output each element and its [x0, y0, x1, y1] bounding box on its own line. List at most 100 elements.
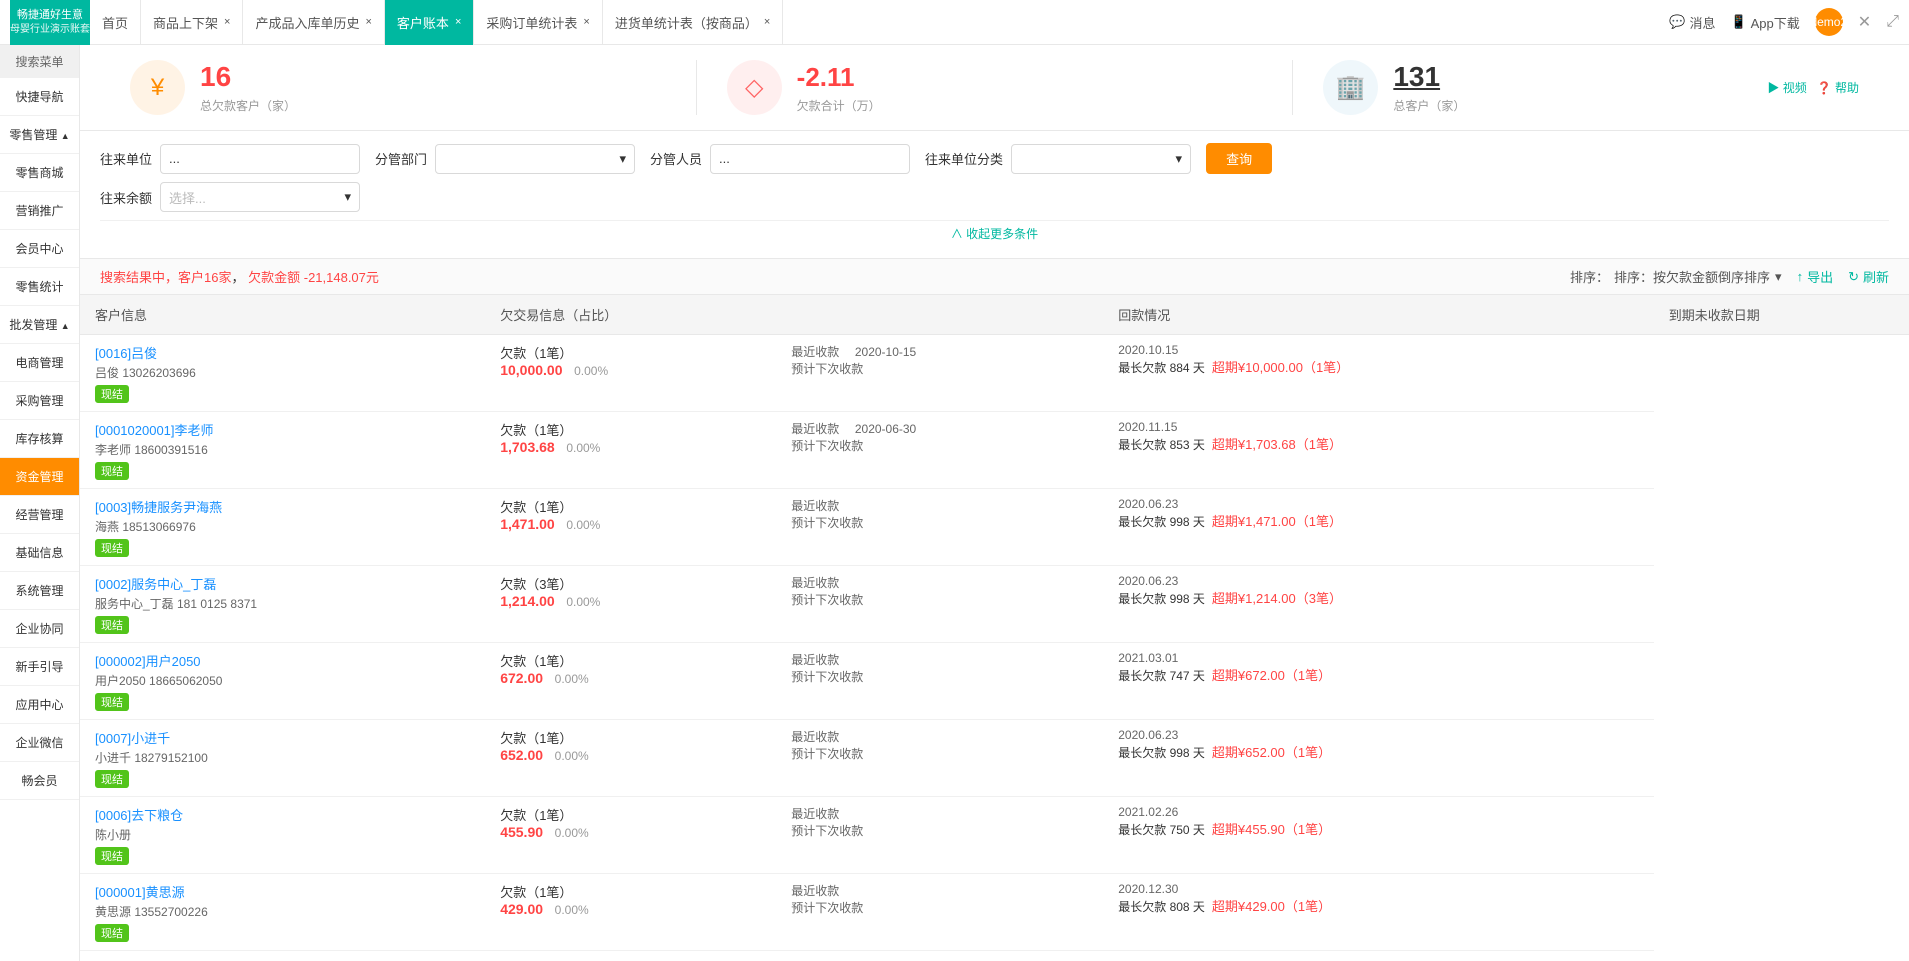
overdue-amount-4[interactable]: 超期¥672.00（1笔） [1212, 668, 1331, 683]
customer-name-4[interactable]: [000002]用户2050 [95, 651, 470, 670]
cell-recovery-2: 最近收款 预计下次收款 [776, 489, 1103, 566]
video-link[interactable]: ▶ 视频 [1767, 79, 1806, 96]
due-date-6: 2021.02.26 [1118, 805, 1638, 819]
due-date-5: 2020.06.23 [1118, 728, 1638, 742]
fullscreen-icon[interactable]: ⤢ [1886, 13, 1899, 31]
sidebar-item-marketing[interactable]: 营销推广 [0, 192, 79, 230]
customer-contact-6: 陈小册 [95, 826, 470, 843]
overdue-amount-2[interactable]: 超期¥1,471.00（1笔） [1212, 514, 1342, 529]
main-layout: 搜索菜单 快捷导航 零售管理 ▲零售商城营销推广会员中心零售统计批发管理 ▲ 电商… [0, 45, 1909, 961]
overdue-days-7: 最长欠款 808 天 [1118, 900, 1208, 914]
table-body: [0016]吕俊 吕俊 13026203696 现结 欠款（1笔） 10,000… [80, 335, 1909, 951]
sidebar-label-members: 会员中心 [15, 242, 63, 256]
tab-home[interactable]: 首页 [90, 0, 141, 45]
tab-close-incoming_stats[interactable]: × [764, 16, 770, 28]
customer-name-0[interactable]: [0016]吕俊 [95, 343, 470, 362]
table-area: 客户信息 欠交易信息（占比） 回款情况 到期未收款日期 [0016]吕俊 吕俊 … [80, 295, 1909, 961]
overdue-days-4: 最长欠款 747 天 [1118, 669, 1208, 683]
tab-products_off[interactable]: 商品上下架× [141, 0, 243, 45]
customer-name-2[interactable]: [0003]畅捷服务尹海燕 [95, 497, 470, 516]
filter-input-person[interactable]: ... [710, 144, 910, 174]
tab-customer_account[interactable]: 客户账本× [385, 0, 474, 45]
message-button[interactable]: 💬 消息 [1669, 13, 1715, 32]
sidebar-item-app_center[interactable]: 应用中心 [0, 686, 79, 724]
overdue-amount-3[interactable]: 超期¥1,214.00（3笔） [1212, 591, 1342, 606]
sidebar-search[interactable]: 搜索菜单 [0, 45, 79, 78]
sidebar-item-operations[interactable]: 经营管理 [0, 496, 79, 534]
sidebar-item-members[interactable]: 会员中心 [0, 230, 79, 268]
sidebar-item-vip[interactable]: 畅会员 [0, 762, 79, 800]
table-row: [000001]黄思源 黄思源 13552700226 现结 欠款（1笔） 42… [80, 874, 1909, 951]
filter-select-category[interactable]: ▾ [1011, 144, 1191, 174]
overdue-amount-1[interactable]: 超期¥1,703.68（1笔） [1212, 437, 1342, 452]
cell-customer-info-4: [000002]用户2050 用户2050 18665062050 现结 [80, 643, 485, 720]
sidebar-label-purchase: 采购管理 [15, 394, 63, 408]
tab-label-home: 首页 [102, 13, 128, 32]
th-due-date: 到期未收款日期 [1654, 295, 1909, 335]
close-window-icon[interactable]: ✕ [1858, 12, 1871, 32]
overdue-amount-6[interactable]: 超期¥455.90（1笔） [1212, 822, 1331, 837]
sidebar-item-purchase[interactable]: 采购管理 [0, 382, 79, 420]
filter-input-person-dots: ... [719, 151, 730, 166]
sidebar-item-newbie[interactable]: 新手引导 [0, 648, 79, 686]
sidebar-item-retail[interactable]: 零售管理 ▲ [0, 116, 79, 154]
sidebar-item-retail_stats[interactable]: 零售统计 [0, 268, 79, 306]
tab-close-customer_account[interactable]: × [455, 16, 461, 28]
customer-name-1[interactable]: [0001020001]李老师 [95, 420, 470, 439]
help-link[interactable]: ❓ 帮助 [1817, 79, 1859, 96]
overdue-amount-5[interactable]: 超期¥652.00（1笔） [1212, 745, 1331, 760]
tag-xianjin-6: 现结 [95, 847, 129, 865]
customer-name-3[interactable]: [0002]服务中心_丁磊 [95, 574, 470, 593]
user-profile[interactable]: demo2 [1815, 8, 1843, 36]
export-button[interactable]: ↑ 导出 [1797, 267, 1834, 286]
customer-name-7[interactable]: [000001]黄思源 [95, 882, 470, 901]
filter-select-balance[interactable]: 选择... ▾ [160, 182, 360, 212]
overdue-amount-0[interactable]: 超期¥10,000.00（1笔） [1212, 360, 1349, 375]
filter-input-unit[interactable]: ... [160, 144, 360, 174]
refresh-icon: ↻ [1848, 269, 1859, 285]
stat-value-owed-customers: 16 [200, 61, 296, 93]
sidebar-label-retail: 零售管理 [9, 128, 57, 142]
sidebar-item-system[interactable]: 系统管理 [0, 572, 79, 610]
app-download-button[interactable]: 📱 App下载 [1730, 13, 1799, 32]
th-customer-info: 客户信息 [80, 295, 485, 335]
table-header-row: 客户信息 欠交易信息（占比） 回款情况 到期未收款日期 [80, 295, 1909, 335]
customer-name-6[interactable]: [0006]去下粮仓 [95, 805, 470, 824]
sidebar-item-capital[interactable]: 资金管理 [0, 458, 79, 496]
filter-label-person: 分管人员 [650, 149, 702, 168]
filter-select-dept[interactable]: ▾ [435, 144, 635, 174]
customer-name-5[interactable]: [0007]小进千 [95, 728, 470, 747]
overdue-days-6: 最长欠款 750 天 [1118, 823, 1208, 837]
main-content: ¥ 16 总欠款客户（家） ◇ -2.11 欠款合计（万） 🏢 131 总客户（… [80, 45, 1909, 961]
cell-due-date-4: 2021.03.01 最长欠款 747 天 超期¥672.00（1笔） [1103, 643, 1653, 720]
refresh-button[interactable]: ↻ 刷新 [1848, 267, 1889, 286]
latest-payment-label-5: 最近收款 [791, 730, 839, 744]
sidebar-label-batch_mgmt: 批发管理 [9, 318, 57, 332]
debt-amount-3: 1,214.00 [500, 593, 555, 609]
cell-due-date-2: 2020.06.23 最长欠款 998 天 超期¥1,471.00（1笔） [1103, 489, 1653, 566]
sidebar-item-retail_mall[interactable]: 零售商城 [0, 154, 79, 192]
top-right-area: 💬 消息 📱 App下载 demo2 ✕ ⤢ [1669, 8, 1899, 36]
sidebar-label-ecommerce: 电商管理 [15, 356, 63, 370]
sort-select[interactable]: 排序： 排序：按欠款金额倒序排序 ▾ [1570, 267, 1782, 286]
query-button[interactable]: 查询 [1206, 143, 1272, 174]
tab-close-products_off[interactable]: × [224, 16, 230, 28]
tab-purchase_order[interactable]: 采购订单统计表× [474, 0, 602, 45]
tab-product_history[interactable]: 产成品入库单历史× [243, 0, 384, 45]
overdue-amount-7[interactable]: 超期¥429.00（1笔） [1212, 899, 1331, 914]
cell-customer-info-3: [0002]服务中心_丁磊 服务中心_丁磊 181 0125 8371 现结 [80, 566, 485, 643]
cell-debt-info-3: 欠款（3笔） 1,214.00 0.00% [485, 566, 776, 643]
sidebar-item-quick-nav[interactable]: 快捷导航 [0, 78, 79, 116]
tab-incoming_stats[interactable]: 进货单统计表（按商品）× [603, 0, 783, 45]
sidebar-item-ecommerce[interactable]: 电商管理 [0, 344, 79, 382]
tab-close-purchase_order[interactable]: × [583, 16, 589, 28]
sidebar-item-inventory[interactable]: 库存核算 [0, 420, 79, 458]
sidebar-item-basic_info[interactable]: 基础信息 [0, 534, 79, 572]
sidebar-item-batch_mgmt[interactable]: 批发管理 ▲ [0, 306, 79, 344]
next-payment-label-6: 预计下次收款 [791, 822, 1088, 839]
arrow-down-category: ▾ [1176, 151, 1183, 167]
sidebar-item-enterprise[interactable]: 企业协同 [0, 610, 79, 648]
collapse-filter-bar[interactable]: ∧ 收起更多条件 [100, 220, 1889, 246]
sidebar-item-enterprise_wx[interactable]: 企业微信 [0, 724, 79, 762]
tab-close-product_history[interactable]: × [365, 16, 371, 28]
